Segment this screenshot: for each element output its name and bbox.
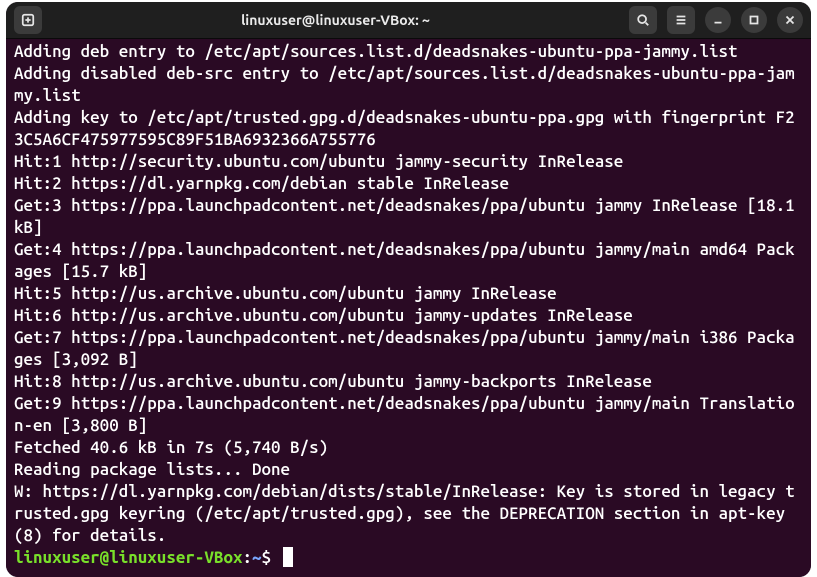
terminal-output: Adding deb entry to /etc/apt/sources.lis… — [14, 42, 804, 479]
maximize-icon — [747, 13, 761, 27]
close-icon — [783, 13, 797, 27]
prompt-colon: : — [242, 548, 252, 567]
prompt-path: ~ — [252, 548, 262, 567]
window-title: linuxuser@linuxuser-VBox: ~ — [50, 12, 621, 28]
cursor — [283, 547, 293, 567]
titlebar: linuxuser@linuxuser-VBox: ~ — [6, 2, 811, 39]
new-tab-icon — [21, 13, 35, 27]
prompt-dollar: $ — [262, 548, 272, 567]
minimize-button[interactable] — [705, 7, 731, 33]
terminal-warning: W: https://dl.yarnpkg.com/debian/dists/s… — [14, 482, 795, 545]
new-tab-button[interactable] — [14, 6, 42, 34]
minimize-icon — [711, 13, 725, 27]
search-icon — [636, 13, 650, 27]
terminal-window: linuxuser@linuxuser-VBox: ~ Adding deb e… — [6, 2, 811, 577]
search-button[interactable] — [629, 6, 657, 34]
menu-button[interactable] — [667, 6, 695, 34]
close-button[interactable] — [777, 7, 803, 33]
terminal-body[interactable]: Adding deb entry to /etc/apt/sources.lis… — [6, 39, 811, 577]
prompt-user-host: linuxuser@linuxuser-VBox — [14, 548, 242, 567]
hamburger-icon — [674, 13, 688, 27]
maximize-button[interactable] — [741, 7, 767, 33]
